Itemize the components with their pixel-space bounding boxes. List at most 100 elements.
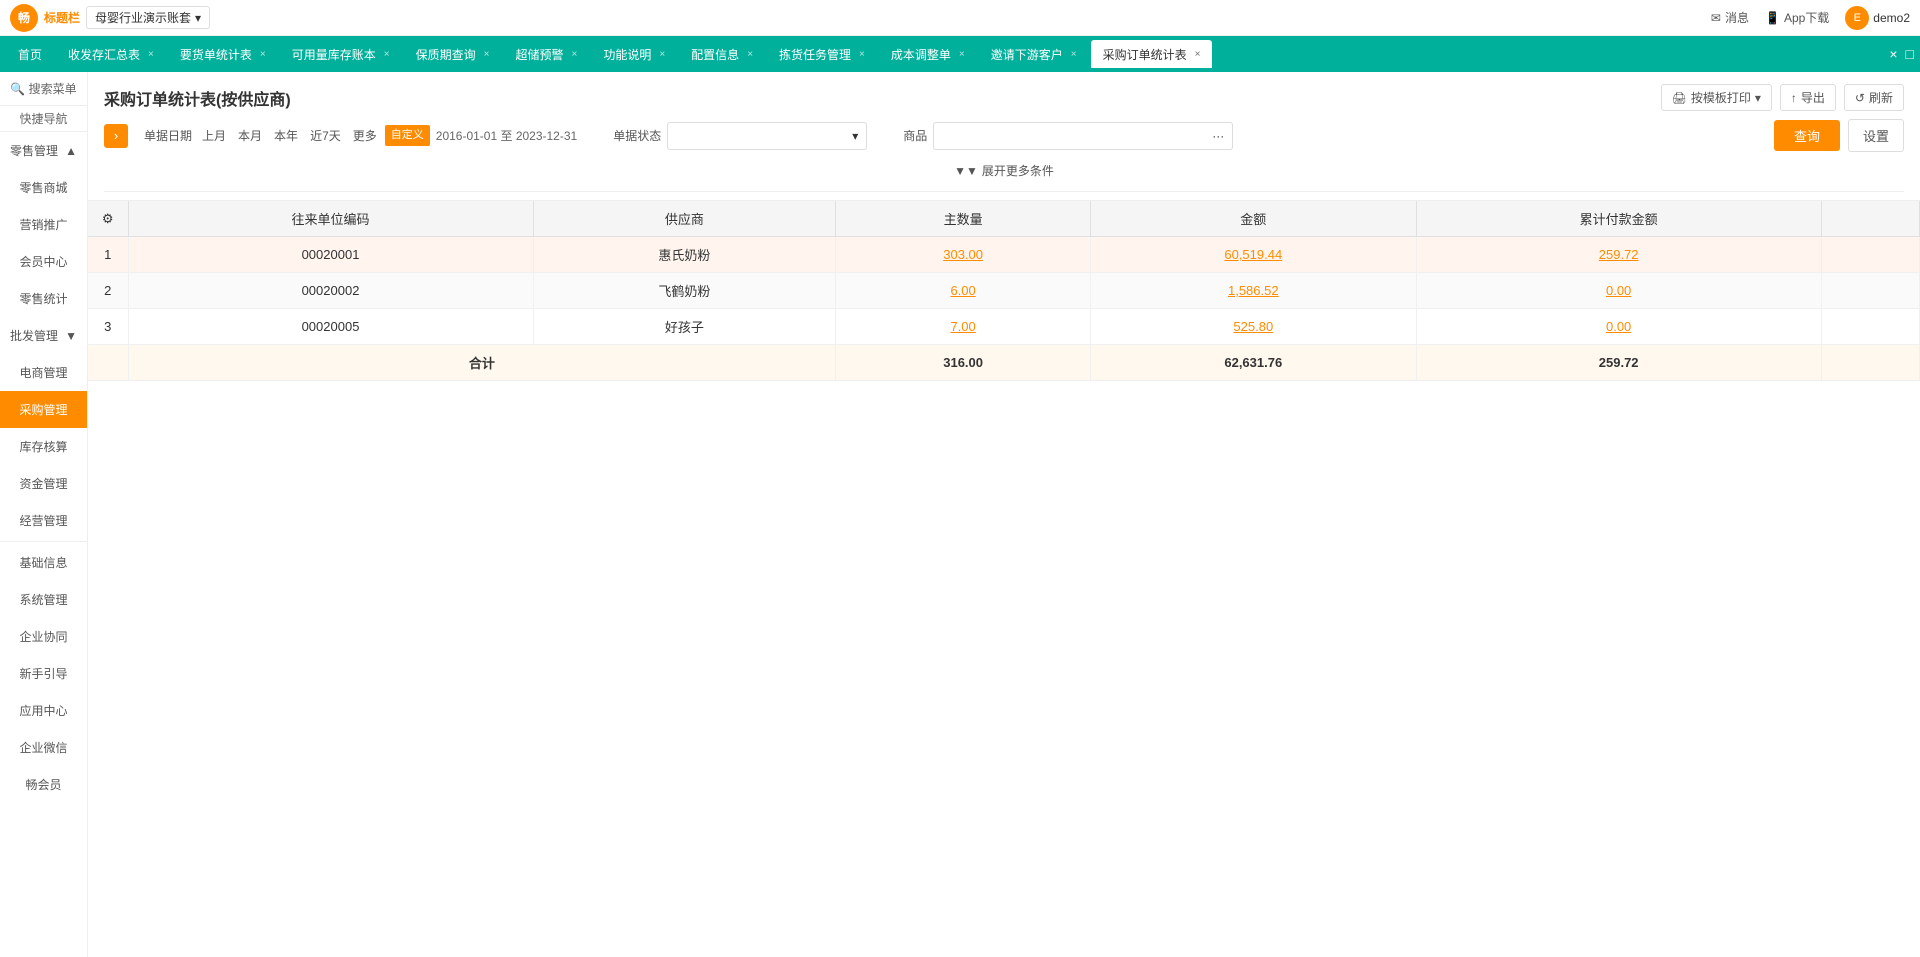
sidebar-item-enterprise[interactable]: 企业协同 — [0, 618, 87, 655]
tab-baozhi[interactable]: 保质期查询 × — [404, 40, 502, 68]
logo-area[interactable]: 畅 标题栏 — [10, 4, 80, 32]
expand-more-row: ▼▼ 展开更多条件 — [104, 152, 1904, 183]
quantity-link[interactable]: 303.00 — [943, 247, 983, 262]
quantity-link[interactable]: 6.00 — [950, 283, 975, 298]
sidebar-item-search[interactable]: 🔍 搜索菜单 — [0, 72, 87, 106]
tab-shoufacun[interactable]: 收发存汇总表 × — [56, 40, 166, 68]
table-row: 1 00020001 惠氏奶粉 303.00 60,519.44 259.72 — [88, 237, 1920, 273]
settings-icon[interactable]: ⚙ — [102, 211, 114, 226]
close-icon[interactable]: × — [747, 49, 753, 60]
date-btn-last-month[interactable]: 上月 — [198, 125, 230, 146]
sidebar-item-retail-shop[interactable]: 零售商城 — [0, 169, 87, 206]
col-paid-header: 累计付款金额 — [1416, 201, 1821, 237]
tab-label: 采购订单统计表 — [1103, 46, 1187, 63]
goods-select[interactable]: ··· — [933, 122, 1233, 150]
status-select[interactable]: ▾ — [667, 122, 867, 150]
custom-date-badge[interactable]: 自定义 — [385, 125, 430, 146]
chevron-down-icon: ▾ — [195, 11, 201, 25]
app-download-action[interactable]: 📱 App下载 — [1765, 9, 1829, 26]
settings-button[interactable]: 设置 — [1848, 119, 1904, 152]
print-button[interactable]: 🖨 按模板打印 ▾ — [1661, 84, 1772, 111]
page-header: 采购订单统计表(按供应商) 🖨 按模板打印 ▾ ↑ 导出 ↺ 刷新 — [88, 72, 1920, 201]
sidebar-item-finance[interactable]: 资金管理 — [0, 465, 87, 502]
paid-link[interactable]: 259.72 — [1599, 247, 1639, 262]
top-bar: 畅 标题栏 母婴行业演示账套 ▾ ✉ 消息 📱 App下载 E demo2 — [0, 0, 1920, 36]
sidebar-item-guide[interactable]: 新手引导 — [0, 655, 87, 692]
filter-toggle-button[interactable]: › — [104, 124, 128, 148]
tab-chaochu[interactable]: 超储预警 × — [503, 40, 589, 68]
nav-tabs: 首页 收发存汇总表 × 要货单统计表 × 可用量库存账本 × 保质期查询 × 超… — [0, 36, 1920, 72]
page-title-row: 采购订单统计表(按供应商) 🖨 按模板打印 ▾ ↑ 导出 ↺ 刷新 — [104, 84, 1904, 111]
paid-link[interactable]: 0.00 — [1606, 283, 1631, 298]
user-action[interactable]: E demo2 — [1845, 6, 1910, 30]
tab-label: 配置信息 — [691, 46, 739, 63]
close-icon[interactable]: × — [148, 49, 154, 60]
col-quantity-header: 主数量 — [836, 201, 1091, 237]
tab-jianhuo[interactable]: 拣货任务管理 × — [767, 40, 877, 68]
close-icon[interactable]: × — [959, 49, 965, 60]
tab-peizhixinxi[interactable]: 配置信息 × — [679, 40, 765, 68]
tab-yaohuo[interactable]: 要货单统计表 × — [168, 40, 278, 68]
amount-link[interactable]: 60,519.44 — [1224, 247, 1282, 262]
date-btn-this-year[interactable]: 本年 — [270, 125, 302, 146]
sidebar-item-member[interactable]: 会员中心 — [0, 243, 87, 280]
close-icon[interactable]: × — [859, 49, 865, 60]
workspace-label: 母婴行业演示账套 — [95, 9, 191, 26]
tab-label: 超储预警 — [515, 46, 563, 63]
close-icon[interactable]: × — [1195, 49, 1201, 60]
sidebar-item-purchase[interactable]: 采购管理 — [0, 391, 87, 428]
item-label: 会员中心 — [19, 253, 67, 270]
row-amount: 60,519.44 — [1090, 237, 1416, 273]
tab-chengben[interactable]: 成本调整单 × — [879, 40, 977, 68]
tab-yaoqing[interactable]: 邀请下游客户 × — [979, 40, 1089, 68]
workspace-selector[interactable]: 母婴行业演示账套 ▾ — [86, 6, 210, 29]
sidebar-item-ecommerce[interactable]: 电商管理 — [0, 354, 87, 391]
sidebar-item-wholesale[interactable]: 批发管理 ▼ — [0, 317, 87, 354]
amount-link[interactable]: 525.80 — [1233, 319, 1273, 334]
sidebar-item-inventory[interactable]: 库存核算 — [0, 428, 87, 465]
sidebar-item-retail-mgmt[interactable]: 零售管理 ▲ — [0, 132, 87, 169]
tab-home[interactable]: 首页 — [6, 40, 54, 68]
tab-caigou-active[interactable]: 采购订单统计表 × — [1091, 40, 1213, 68]
date-btn-7days[interactable]: 近7天 — [306, 125, 345, 146]
query-button[interactable]: 查询 — [1774, 120, 1840, 151]
refresh-button[interactable]: ↺ 刷新 — [1844, 84, 1904, 111]
maximize-icon[interactable]: □ — [1906, 46, 1914, 62]
row-code: 00020001 — [128, 237, 533, 273]
tab-kuyongliang[interactable]: 可用量库存账本 × — [280, 40, 402, 68]
tab-gongneng[interactable]: 功能说明 × — [591, 40, 677, 68]
expand-more-button[interactable]: ▼▼ 展开更多条件 — [938, 158, 1070, 183]
close-icon[interactable]: × — [1071, 49, 1077, 60]
date-btn-this-month[interactable]: 本月 — [234, 125, 266, 146]
item-label: 资金管理 — [19, 475, 67, 492]
paid-link[interactable]: 0.00 — [1606, 319, 1631, 334]
message-action[interactable]: ✉ 消息 — [1711, 9, 1749, 26]
close-icon[interactable]: × — [659, 49, 665, 60]
date-btn-more[interactable]: 更多 — [349, 125, 381, 146]
close-icon[interactable]: × — [571, 49, 577, 60]
sidebar-item-system[interactable]: 系统管理 — [0, 581, 87, 618]
row-quantity: 6.00 — [836, 273, 1091, 309]
item-label: 零售商城 — [19, 179, 67, 196]
sidebar-item-wechat[interactable]: 企业微信 — [0, 729, 87, 766]
tab-label: 邀请下游客户 — [991, 46, 1063, 63]
close-icon[interactable]: × — [384, 49, 390, 60]
sidebar-item-basic-info[interactable]: 基础信息 — [0, 544, 87, 581]
sidebar-item-shortcut[interactable]: 快捷导航 — [0, 106, 87, 132]
export-button[interactable]: ↑ 导出 — [1780, 84, 1836, 111]
quantity-link[interactable]: 7.00 — [950, 319, 975, 334]
table-header-row: ⚙ 往来单位编码 供应商 主数量 金额 累计付款金额 — [88, 201, 1920, 237]
item-label: 营销推广 — [19, 216, 67, 233]
amount-link[interactable]: 1,586.52 — [1228, 283, 1279, 298]
sidebar-item-marketing[interactable]: 营销推广 — [0, 206, 87, 243]
sidebar-item-retail-stats[interactable]: 零售统计 — [0, 280, 87, 317]
col-settings-header[interactable]: ⚙ — [88, 201, 128, 237]
row-extra — [1821, 273, 1919, 309]
close-window-icon[interactable]: × — [1889, 46, 1897, 62]
sidebar-item-member2[interactable]: 畅会员 — [0, 766, 87, 803]
sidebar-item-operations[interactable]: 经营管理 — [0, 502, 87, 539]
export-label: 导出 — [1801, 89, 1825, 106]
close-icon[interactable]: × — [484, 49, 490, 60]
sidebar-item-appstore[interactable]: 应用中心 — [0, 692, 87, 729]
close-icon[interactable]: × — [260, 49, 266, 60]
